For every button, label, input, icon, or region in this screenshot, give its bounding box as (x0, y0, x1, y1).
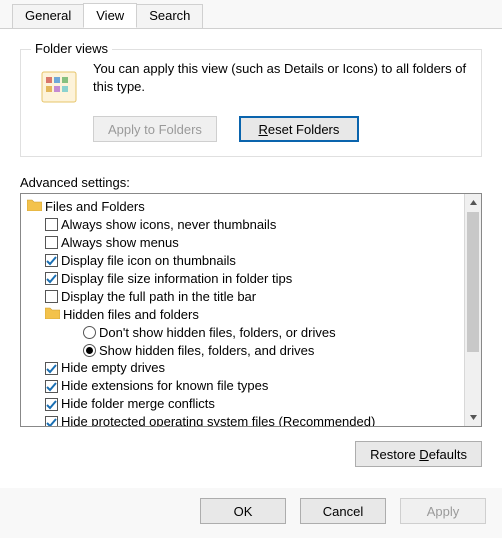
radio-icon[interactable] (83, 344, 96, 357)
scroll-up-icon[interactable] (465, 194, 482, 211)
checkbox-icon[interactable] (45, 416, 58, 427)
tree-label: Always show menus (61, 234, 179, 252)
scroll-down-icon[interactable] (465, 409, 482, 426)
tree-root-files-and-folders[interactable]: Files and Folders (25, 198, 460, 216)
restore-defaults-button[interactable]: Restore Defaults (355, 441, 482, 467)
opt-hide-protected-os-files[interactable]: Hide protected operating system files (R… (25, 413, 460, 427)
tab-view[interactable]: View (83, 3, 137, 28)
opt-display-file-size-in-tips[interactable]: Display file size information in folder … (25, 270, 460, 288)
folder-icon (27, 198, 42, 216)
opt-always-show-icons[interactable]: Always show icons, never thumbnails (25, 216, 460, 234)
checkbox-icon[interactable] (45, 236, 58, 249)
checkbox-icon[interactable] (45, 218, 58, 231)
tab-general[interactable]: General (12, 4, 84, 29)
tree-label: Hide extensions for known file types (61, 377, 268, 395)
tree-label: Hide protected operating system files (R… (61, 413, 375, 427)
advanced-settings-label: Advanced settings: (20, 175, 482, 190)
checkbox-icon[interactable] (45, 254, 58, 267)
folder-icon (45, 306, 60, 324)
tree-label: Display file size information in folder … (61, 270, 292, 288)
advanced-settings-tree[interactable]: Files and Folders Always show icons, nev… (20, 193, 482, 427)
radio-icon[interactable] (83, 326, 96, 339)
tree-label: Always show icons, never thumbnails (61, 216, 276, 234)
opt-hide-empty-drives[interactable]: Hide empty drives (25, 359, 460, 377)
opt-always-show-menus[interactable]: Always show menus (25, 234, 460, 252)
tree-label: Show hidden files, folders, and drives (99, 342, 314, 360)
ok-button[interactable]: OK (200, 498, 286, 524)
apply-to-folders-button[interactable]: Apply to Folders (93, 116, 217, 142)
cancel-button[interactable]: Cancel (300, 498, 386, 524)
folder-views-title: Folder views (31, 41, 112, 56)
checkbox-icon[interactable] (45, 290, 58, 303)
apply-button[interactable]: Apply (400, 498, 486, 524)
opt-hide-extensions[interactable]: Hide extensions for known file types (25, 377, 460, 395)
checkbox-icon[interactable] (45, 398, 58, 411)
tree-label: Don't show hidden files, folders, or dri… (99, 324, 336, 342)
checkbox-icon[interactable] (45, 362, 58, 375)
view-tab-body: Folder views You can apply this view (su… (0, 28, 502, 498)
tree-label: Display the full path in the title bar (61, 288, 256, 306)
opt-display-full-path-title-bar[interactable]: Display the full path in the title bar (25, 288, 460, 306)
opt-display-file-icon-on-thumbnails[interactable]: Display file icon on thumbnails (25, 252, 460, 270)
folder-views-description: You can apply this view (such as Details… (93, 60, 469, 95)
tree-scrollbar[interactable] (464, 194, 481, 426)
scrollbar-thumb[interactable] (467, 212, 479, 352)
checkbox-icon[interactable] (45, 272, 58, 285)
reset-folders-button[interactable]: Reset Folders (239, 116, 359, 142)
tree-group-hidden-files[interactable]: Hidden files and folders (25, 306, 460, 324)
tree-label: Hidden files and folders (63, 306, 199, 324)
folder-views-icon (39, 66, 79, 106)
dialog-footer: OK Cancel Apply (0, 488, 502, 538)
folder-views-group: Folder views You can apply this view (su… (20, 49, 482, 157)
checkbox-icon[interactable] (45, 380, 58, 393)
tab-search[interactable]: Search (136, 4, 203, 29)
tree-label: Display file icon on thumbnails (61, 252, 236, 270)
tree-label: Files and Folders (45, 198, 145, 216)
opt-dont-show-hidden[interactable]: Don't show hidden files, folders, or dri… (25, 324, 460, 342)
tree-label: Hide empty drives (61, 359, 165, 377)
tab-strip: General View Search (0, 0, 502, 28)
opt-hide-merge-conflicts[interactable]: Hide folder merge conflicts (25, 395, 460, 413)
opt-show-hidden[interactable]: Show hidden files, folders, and drives (25, 342, 460, 360)
tree-label: Hide folder merge conflicts (61, 395, 215, 413)
